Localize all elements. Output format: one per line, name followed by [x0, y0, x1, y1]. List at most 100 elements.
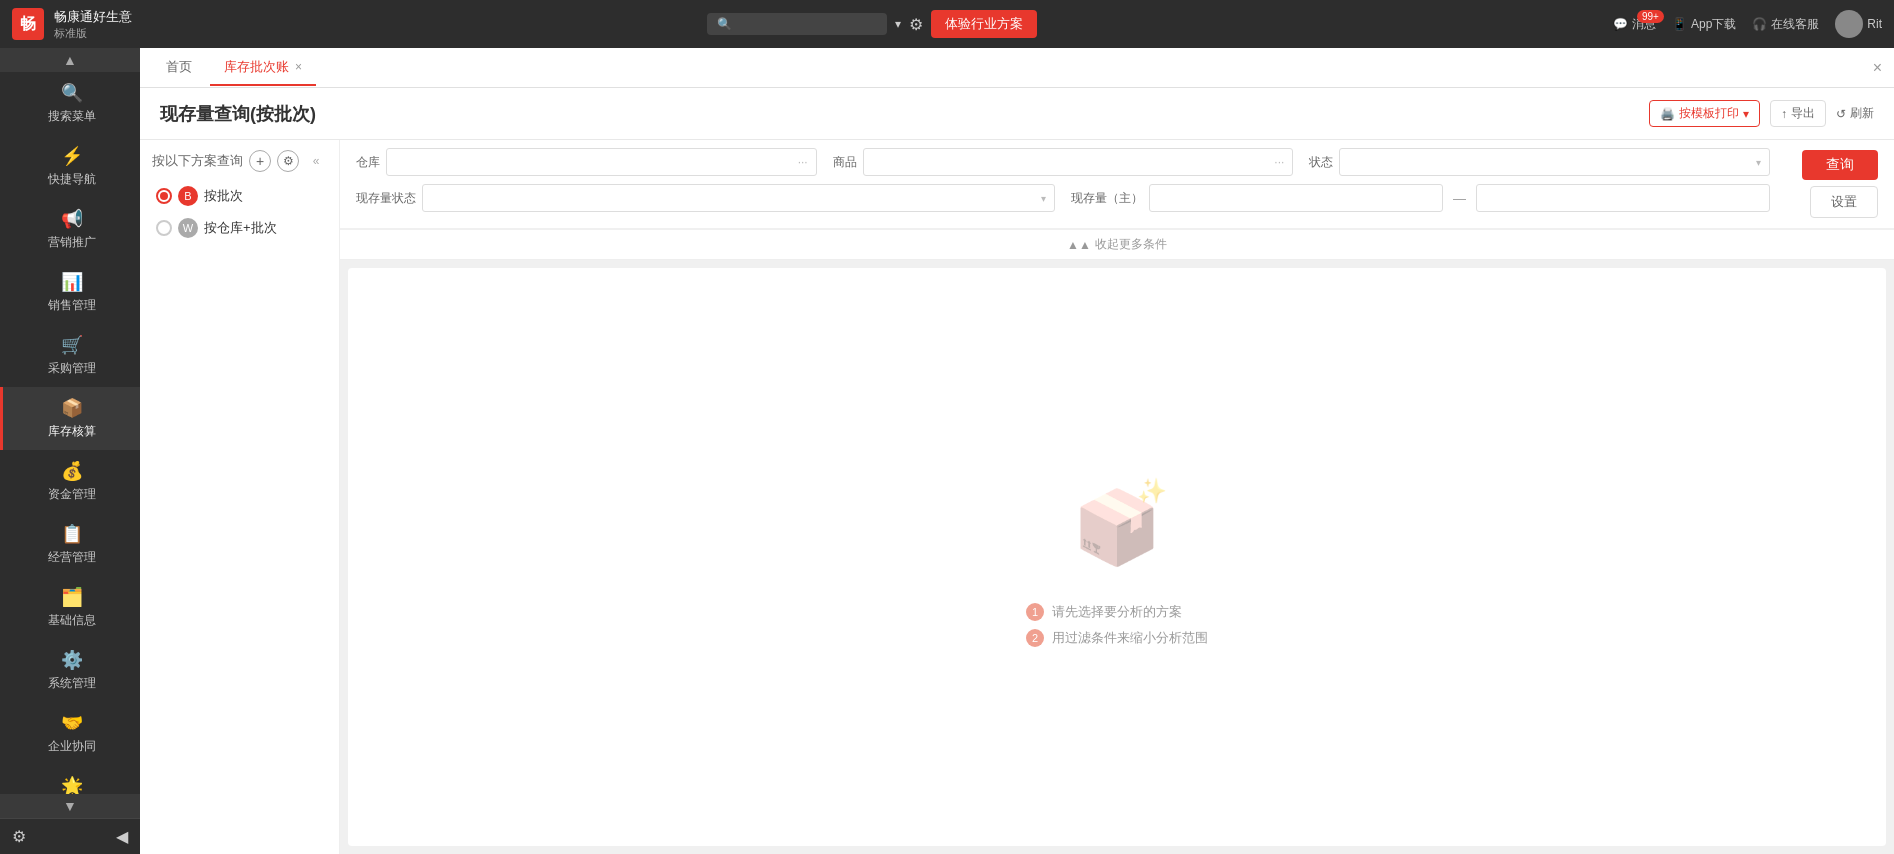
inventory-qty-from[interactable]: [1149, 184, 1443, 212]
sidebar-item-label: 采购管理: [48, 360, 96, 377]
topbar-dropdown[interactable]: ▾: [895, 17, 901, 31]
sidebar-scroll-up[interactable]: ▲: [0, 48, 140, 72]
messages-item[interactable]: 💬 消息 99+: [1613, 16, 1656, 33]
sidebar-item-basic[interactable]: 🗂️ 基础信息: [0, 576, 140, 639]
marketing-icon: 📢: [61, 208, 83, 230]
refresh-label: 刷新: [1850, 105, 1874, 122]
radio-batch-active: [156, 188, 172, 204]
export-label: 导出: [1791, 105, 1815, 122]
operations-icon: 📋: [61, 523, 83, 545]
tabbar: 首页 库存批次账 × ×: [140, 48, 1894, 88]
app-title: 畅康通好生意: [54, 8, 132, 26]
sidebar: ▲ 🔍 搜索菜单 ⚡ 快捷导航 📢 营销推广 📊 销售管理 🛒 采购管理: [0, 48, 140, 854]
topbar-right: 💬 消息 99+ 📱 App下载 🎧 在线客服 Rit: [1613, 10, 1882, 38]
sidebar-item-sales[interactable]: 📊 销售管理: [0, 261, 140, 324]
sidebar-item-system[interactable]: ⚙️ 系统管理: [0, 639, 140, 702]
page-header: 现存量查询(按批次) 🖨️ 按模板打印 ▾ ↑ 导出 ↺ 刷新: [140, 88, 1894, 140]
product-input[interactable]: ···: [863, 148, 1294, 176]
app-download-item[interactable]: 📱 App下载: [1672, 16, 1736, 33]
empty-state: 📦 ✨ 1 请先选择要分析的方案 2 用过滤条件来缩小分析范围: [348, 268, 1886, 846]
sidebar-item-newbie[interactable]: 🌟 新手引导: [0, 765, 140, 794]
sidebar-item-finance[interactable]: 💰 资金管理: [0, 450, 140, 513]
trial-button[interactable]: 体验行业方案: [931, 10, 1037, 38]
query-button[interactable]: 查询: [1802, 150, 1878, 180]
sidebar-scroll-down[interactable]: ▼: [0, 794, 140, 818]
search-btn-col: 查询 设置: [1786, 140, 1894, 228]
sidebar-item-inventory[interactable]: 📦 库存核算: [0, 387, 140, 450]
inventory-qty-field: 现存量（主） —: [1071, 184, 1770, 212]
refresh-button[interactable]: ↺ 刷新: [1836, 105, 1874, 122]
inventory-qty-to[interactable]: [1476, 184, 1770, 212]
sales-icon: 📊: [61, 271, 83, 293]
radio-warehouse-batch: [156, 220, 172, 236]
empty-sparkle-icon: ✨: [1137, 477, 1167, 505]
collapse-sidebar-icon[interactable]: ◀: [116, 827, 128, 846]
page-close-button[interactable]: ×: [1873, 59, 1882, 77]
left-panel-title: 按以下方案查询: [152, 152, 243, 170]
status-dropdown-icon[interactable]: ▾: [1756, 157, 1761, 168]
sidebar-scroll: 🔍 搜索菜单 ⚡ 快捷导航 📢 营销推广 📊 销售管理 🛒 采购管理 📦: [0, 72, 140, 794]
topbar-left: 畅 畅康通好生意 标准版: [12, 8, 132, 41]
filter-option-by-batch[interactable]: B 按批次: [140, 180, 339, 212]
settings-bottom-icon[interactable]: ⚙: [12, 827, 26, 846]
user-avatar-item[interactable]: Rit: [1835, 10, 1882, 38]
sidebar-item-label: 营销推广: [48, 234, 96, 251]
tab-close-icon[interactable]: ×: [295, 60, 302, 74]
sidebar-bottom: ⚙ ◀: [0, 818, 140, 854]
tab-home-label: 首页: [166, 58, 192, 76]
newbie-icon: 🌟: [61, 775, 83, 794]
search-nav-icon: 🔍: [61, 82, 83, 104]
product-more-icon[interactable]: ···: [1274, 155, 1284, 169]
tip-1-num: 1: [1026, 603, 1044, 621]
empty-tip-2: 2 用过滤条件来缩小分析范围: [1026, 629, 1208, 647]
inventory-status-input[interactable]: ▾: [422, 184, 1055, 212]
sidebar-item-marketing[interactable]: 📢 营销推广: [0, 198, 140, 261]
warehouse-input[interactable]: ···: [386, 148, 817, 176]
tab-inventory-batch[interactable]: 库存批次账 ×: [210, 50, 316, 86]
sidebar-item-enterprise[interactable]: 🤝 企业协同: [0, 702, 140, 765]
tab-inventory-batch-label: 库存批次账: [224, 58, 289, 76]
export-button[interactable]: ↑ 导出: [1770, 100, 1826, 127]
topbar-search-bar[interactable]: 🔍: [707, 13, 887, 35]
print-label: 按模板打印: [1679, 105, 1739, 122]
topbar-gear-icon[interactable]: ⚙: [909, 15, 923, 34]
search-top-row: 仓库 ··· 商品: [340, 140, 1894, 229]
warehouse-more-icon[interactable]: ···: [798, 155, 808, 169]
status-input[interactable]: ▾: [1339, 148, 1770, 176]
inventory-status-dropdown-icon[interactable]: ▾: [1041, 193, 1046, 204]
warehouse-icon: W: [178, 218, 198, 238]
filter-option-by-warehouse-batch[interactable]: W 按仓库+批次: [140, 212, 339, 244]
export-icon: ↑: [1781, 107, 1787, 121]
settings-button[interactable]: 设置: [1810, 186, 1878, 218]
empty-tips: 1 请先选择要分析的方案 2 用过滤条件来缩小分析范围: [1026, 603, 1208, 647]
main-layout: ▲ 🔍 搜索菜单 ⚡ 快捷导航 📢 营销推广 📊 销售管理 🛒 采购管理: [0, 48, 1894, 854]
print-icon: 🖨️: [1660, 107, 1675, 121]
sidebar-item-label: 销售管理: [48, 297, 96, 314]
print-dropdown-icon[interactable]: ▾: [1743, 107, 1749, 121]
print-button[interactable]: 🖨️ 按模板打印 ▾: [1649, 100, 1760, 127]
collapse-panel-button[interactable]: «: [305, 150, 327, 172]
collapse-more-button[interactable]: ▲▲ 收起更多条件: [340, 229, 1894, 259]
sidebar-item-search[interactable]: 🔍 搜索菜单: [0, 72, 140, 135]
sidebar-item-shortcut[interactable]: ⚡ 快捷导航: [0, 135, 140, 198]
app-subtitle: 标准版: [54, 26, 132, 41]
sidebar-item-operations[interactable]: 📋 经营管理: [0, 513, 140, 576]
system-icon: ⚙️: [61, 649, 83, 671]
empty-illustration: 📦 ✨: [1057, 467, 1177, 587]
online-service-label: 在线客服: [1771, 16, 1819, 33]
content-area: 首页 库存批次账 × × 现存量查询(按批次) 🖨️ 按模板打印 ▾ ↑ 导出: [140, 48, 1894, 854]
tab-home[interactable]: 首页: [152, 50, 206, 86]
filter-settings-button[interactable]: ⚙: [277, 150, 299, 172]
online-service-item[interactable]: 🎧 在线客服: [1752, 16, 1819, 33]
purchase-icon: 🛒: [61, 334, 83, 356]
shortcut-icon: ⚡: [61, 145, 83, 167]
search-panel: 仓库 ··· 商品: [340, 140, 1894, 260]
add-filter-button[interactable]: +: [249, 150, 271, 172]
sidebar-item-label: 资金管理: [48, 486, 96, 503]
inventory-status-label: 现存量状态: [356, 190, 416, 207]
sidebar-item-purchase[interactable]: 🛒 采购管理: [0, 324, 140, 387]
status-field: 状态 ▾: [1309, 148, 1770, 176]
tip-1-text: 请先选择要分析的方案: [1052, 603, 1182, 621]
search-icon: 🔍: [717, 17, 732, 31]
sidebar-item-label: 企业协同: [48, 738, 96, 755]
